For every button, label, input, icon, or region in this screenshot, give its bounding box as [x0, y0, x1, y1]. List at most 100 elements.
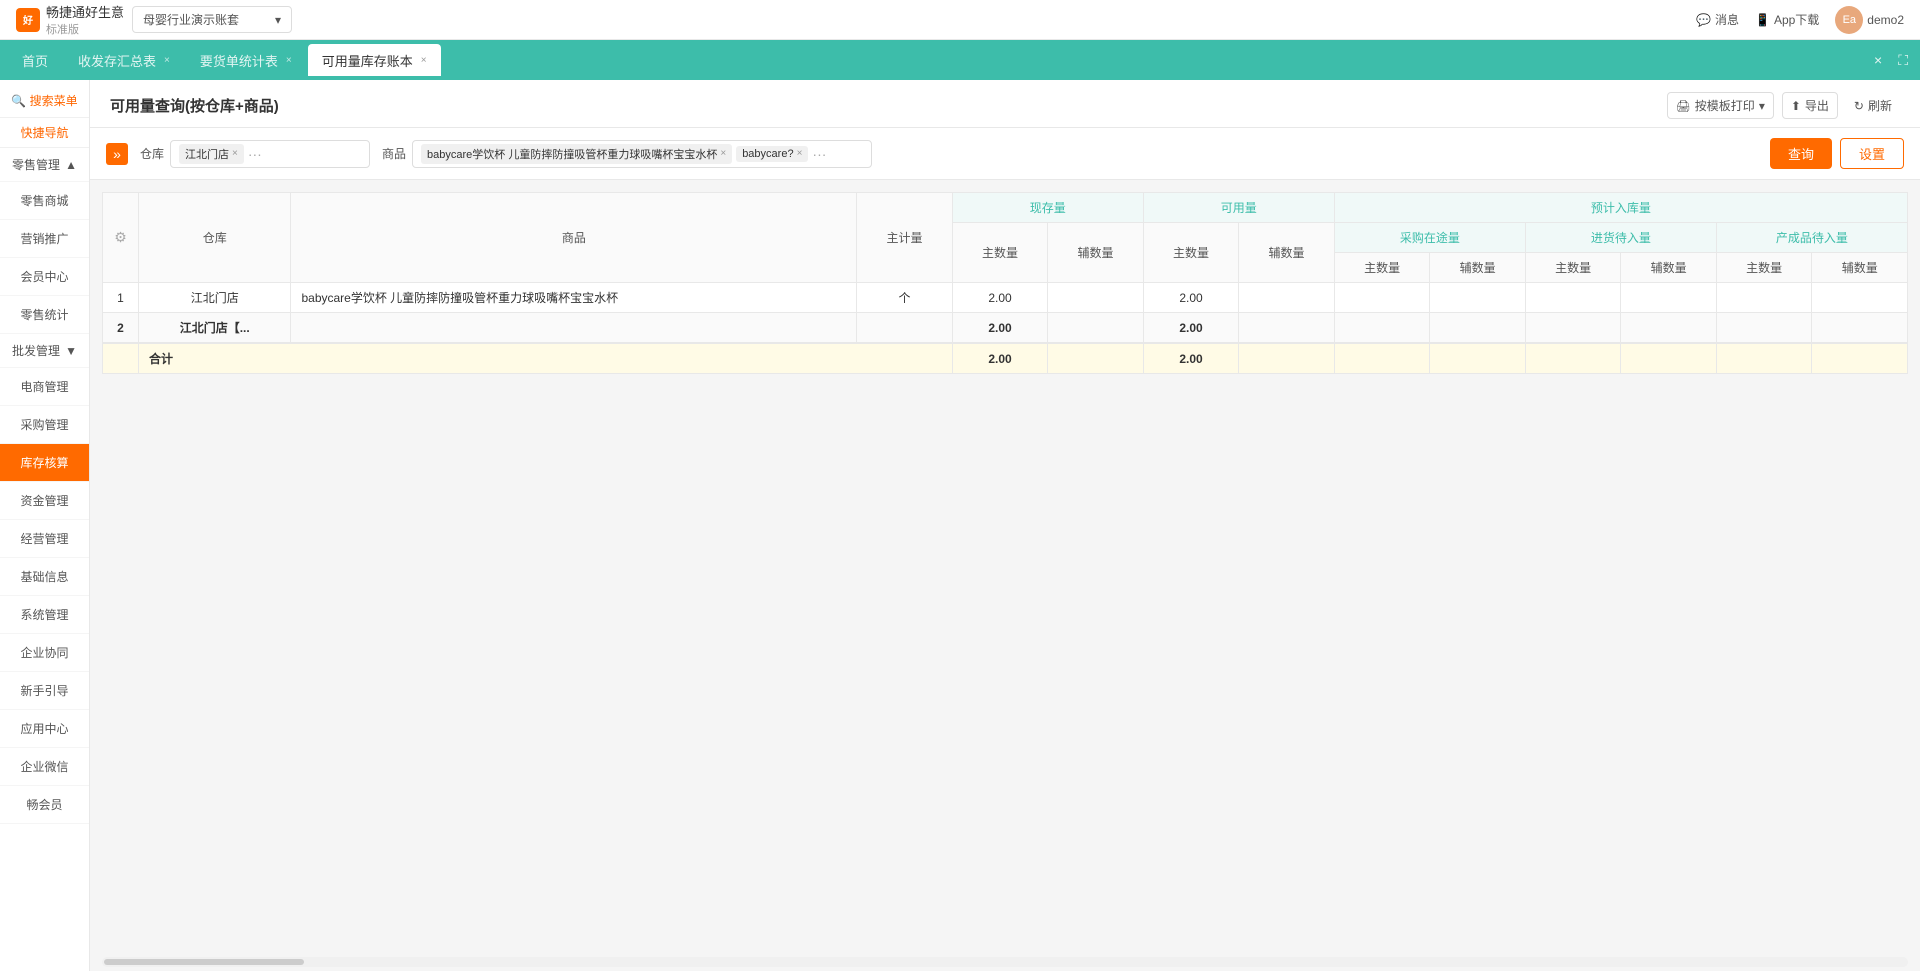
row-warehouse: 江北门店 — [139, 283, 291, 313]
tab-receipts-close[interactable]: × — [164, 55, 170, 66]
sidebar-item-member-service[interactable]: 畅会员 — [0, 786, 89, 824]
footer-purchase-transit-aux — [1430, 343, 1526, 374]
filter-bar: » 仓库 江北门店 × ··· 商品 babycare学饮杯 儿童防摔防撞吸管杯… — [90, 128, 1920, 180]
settings-button[interactable]: 设置 — [1840, 138, 1904, 169]
sidebar-item-onboarding[interactable]: 新手引导 — [0, 672, 89, 710]
sidebar-item-wechat[interactable]: 企业微信 — [0, 748, 89, 786]
chevron-up-icon: ▲ — [65, 158, 77, 172]
scrollbar-thumb[interactable] — [104, 959, 304, 965]
tab-receipts[interactable]: 收发存汇总表 × — [64, 44, 184, 76]
template-print-label: 按模板打印 — [1695, 97, 1755, 114]
template-print-button[interactable]: 🖨 按模板打印 ▾ — [1667, 92, 1774, 119]
sidebar-item-app-center[interactable]: 应用中心 — [0, 710, 89, 748]
product-more-icon[interactable]: ··· — [812, 146, 826, 162]
sidebar-item-basics-label: 基础信息 — [20, 568, 68, 585]
nav-close-icon[interactable]: × — [1870, 48, 1886, 72]
industry-label: 母婴行业演示账套 — [143, 11, 239, 28]
search-label: 搜索菜单 — [30, 94, 78, 108]
refresh-button[interactable]: ↻ 刷新 — [1846, 93, 1900, 118]
chevron-down-icon: ▾ — [1759, 99, 1765, 113]
sidebar-item-retail-mall[interactable]: 零售商城 — [0, 182, 89, 220]
data-table: ⚙ 仓库 商品 主计量 现存量 可用量 预计入库量 主数量 辅数量 主数量 辅数… — [102, 192, 1908, 374]
sidebar-item-member-service-label: 畅会员 — [26, 796, 62, 813]
sidebar-search[interactable]: 🔍 搜索菜单 — [0, 84, 89, 118]
sidebar-item-app-center-label: 应用中心 — [20, 720, 68, 737]
sidebar-item-basics[interactable]: 基础信息 — [0, 558, 89, 596]
export-button[interactable]: ⬆ 导出 — [1782, 92, 1838, 119]
sidebar-item-enterprise[interactable]: 企业协同 — [0, 634, 89, 672]
query-button[interactable]: 查询 — [1770, 138, 1832, 169]
sidebar-item-retail-stats[interactable]: 零售统计 — [0, 296, 89, 334]
sidebar-item-wholesale-mgmt[interactable]: 批发管理 ▼ — [0, 334, 89, 368]
sidebar-item-retail-mgmt[interactable]: 零售管理 ▲ — [0, 148, 89, 182]
production-arriving-header: 产成品待入量 — [1716, 223, 1907, 253]
table-row: 2 江北门店【... 2.00 2.00 — [103, 313, 1908, 344]
sidebar-quick-nav[interactable]: 快捷导航 — [0, 118, 89, 148]
product-tag-container[interactable]: babycare学饮杯 儿童防摔防撞吸管杯重力球吸嘴杯宝宝水杯 × babyca… — [412, 140, 872, 168]
sidebar-item-ecommerce[interactable]: 电商管理 — [0, 368, 89, 406]
product-tag-1-close[interactable]: × — [720, 148, 726, 159]
row-avail-main: 2.00 — [1143, 283, 1239, 313]
warehouse-filter-label: 仓库 — [140, 145, 164, 162]
row-avail-aux — [1239, 313, 1335, 344]
row-production-arriving-aux — [1812, 283, 1908, 313]
warehouse-tag-container[interactable]: 江北门店 × ··· — [170, 140, 370, 168]
product-tag-2-close[interactable]: × — [797, 148, 803, 159]
tab-home[interactable]: 首页 — [8, 44, 62, 76]
tab-orders[interactable]: 要货单统计表 × — [186, 44, 306, 76]
tab-inventory[interactable]: 可用量库存账本 × — [308, 44, 441, 76]
row-avail-aux — [1239, 283, 1335, 313]
sidebar-item-finance[interactable]: 资金管理 — [0, 482, 89, 520]
message-action[interactable]: 💬 消息 — [1696, 11, 1739, 28]
tab-inventory-close[interactable]: × — [421, 55, 427, 66]
export-label: 导出 — [1805, 97, 1829, 114]
product-tag-2: babycare? × — [736, 146, 808, 162]
sidebar-item-marketing[interactable]: 营销推广 — [0, 220, 89, 258]
tab-inventory-label: 可用量库存账本 — [322, 51, 413, 70]
row-purchase-arriving-aux — [1621, 313, 1717, 344]
row-main-unit: 个 — [857, 283, 953, 313]
brand-sub: 标准版 — [46, 21, 124, 37]
current-stock-column-header: 现存量 — [952, 193, 1143, 223]
row-index: 1 — [103, 283, 139, 313]
sidebar: 🔍 搜索菜单 快捷导航 零售管理 ▲ 零售商城 营销推广 会员中心 零售统计 批… — [0, 80, 90, 971]
purchase-arriving-aux-header: 辅数量 — [1621, 253, 1717, 283]
table-container: ⚙ 仓库 商品 主计量 现存量 可用量 预计入库量 主数量 辅数量 主数量 辅数… — [90, 180, 1920, 957]
sidebar-item-members[interactable]: 会员中心 — [0, 258, 89, 296]
nav-tabs-right: × ⛶ — [1870, 48, 1912, 73]
sidebar-item-operations[interactable]: 经营管理 — [0, 520, 89, 558]
header-actions: 🖨 按模板打印 ▾ ⬆ 导出 ↻ 刷新 — [1667, 92, 1900, 119]
row-purchase-arriving-aux — [1621, 283, 1717, 313]
row-stock-aux — [1048, 283, 1144, 313]
sidebar-item-ecommerce-label: 电商管理 — [20, 378, 68, 395]
nav-expand-icon[interactable]: ⛶ — [1894, 48, 1912, 73]
sidebar-item-retail-mall-label: 零售商城 — [20, 192, 68, 209]
tab-home-label: 首页 — [22, 51, 48, 70]
row-production-arriving-main — [1716, 313, 1812, 344]
row-product: babycare学饮杯 儿童防摔防撞吸管杯重力球吸嘴杯宝宝水杯 — [291, 283, 857, 313]
sidebar-item-inventory-label: 库存核算 — [20, 454, 68, 471]
username-label: demo2 — [1867, 13, 1904, 27]
footer-label: 合计 — [139, 343, 953, 374]
sidebar-item-system[interactable]: 系统管理 — [0, 596, 89, 634]
app-download-action[interactable]: 📱 App下载 — [1755, 11, 1819, 28]
warehouse-more-icon[interactable]: ··· — [248, 146, 262, 162]
warehouse-tag-close[interactable]: × — [232, 148, 238, 159]
filter-expand-button[interactable]: » — [106, 143, 128, 165]
tab-receipts-label: 收发存汇总表 — [78, 51, 156, 70]
sidebar-item-inventory[interactable]: 库存核算 — [0, 444, 89, 482]
horizontal-scrollbar[interactable] — [102, 957, 1908, 967]
search-icon: 🔍 — [11, 94, 26, 108]
gear-icon[interactable]: ⚙ — [114, 229, 127, 245]
user-action[interactable]: Ea demo2 — [1835, 6, 1904, 34]
industry-selector[interactable]: 母婴行业演示账套 ▾ — [132, 6, 292, 33]
message-icon: 💬 — [1696, 13, 1711, 27]
footer-stock-aux — [1048, 343, 1144, 374]
top-bar-left: 好 畅捷通好生意 标准版 母婴行业演示账套 ▾ — [16, 2, 292, 37]
sidebar-item-purchase[interactable]: 采购管理 — [0, 406, 89, 444]
refresh-icon: ↻ — [1854, 99, 1864, 113]
row-production-arriving-main — [1716, 283, 1812, 313]
avatar: Ea — [1835, 6, 1863, 34]
export-icon: ⬆ — [1791, 99, 1801, 113]
tab-orders-close[interactable]: × — [286, 55, 292, 66]
